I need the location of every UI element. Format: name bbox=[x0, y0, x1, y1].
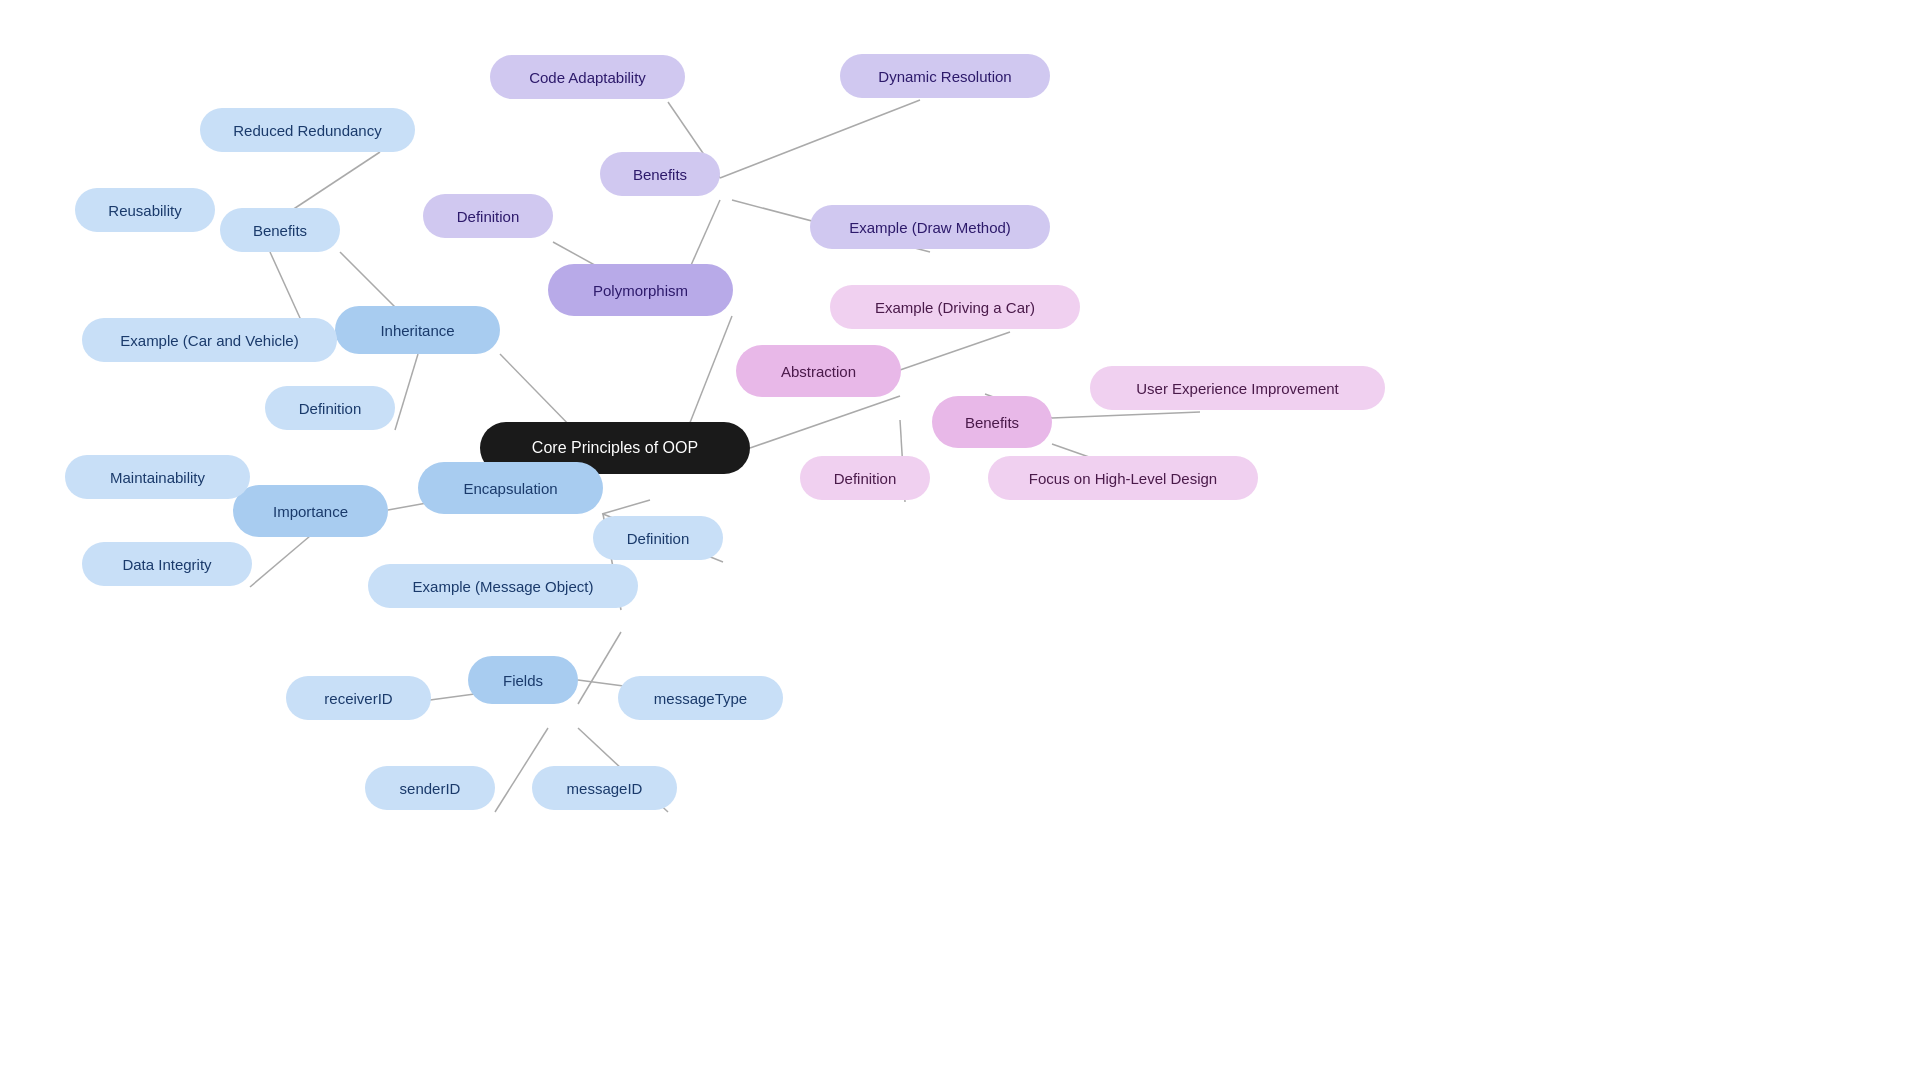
svg-line-3 bbox=[602, 500, 650, 514]
enc-example-node[interactable]: Example (Message Object) bbox=[368, 564, 638, 608]
inh-benefits-node[interactable]: Benefits bbox=[220, 208, 340, 252]
abs-benefits-node[interactable]: Benefits bbox=[932, 396, 1052, 448]
svg-line-24 bbox=[578, 632, 621, 704]
abs-ux-node[interactable]: User Experience Improvement bbox=[1090, 366, 1385, 410]
enc-receiverid-node[interactable]: receiverID bbox=[286, 676, 431, 720]
svg-line-5 bbox=[395, 354, 418, 430]
svg-line-12 bbox=[720, 100, 920, 178]
abs-focus-node[interactable]: Focus on High-Level Design bbox=[988, 456, 1258, 500]
enc-senderid-node[interactable]: senderID bbox=[365, 766, 495, 810]
svg-line-14 bbox=[900, 332, 1010, 370]
poly-dynamic-node[interactable]: Dynamic Resolution bbox=[840, 54, 1050, 98]
encapsulation-node[interactable]: Encapsulation bbox=[418, 462, 603, 514]
poly-code-node[interactable]: Code Adaptability bbox=[490, 55, 685, 99]
enc-fields-node[interactable]: Fields bbox=[468, 656, 578, 704]
poly-benefits-node[interactable]: Benefits bbox=[600, 152, 720, 196]
abstraction-node[interactable]: Abstraction bbox=[736, 345, 901, 397]
inh-reusability-node[interactable]: Reusability bbox=[75, 188, 215, 232]
svg-line-2 bbox=[750, 396, 900, 448]
inh-reduced-node[interactable]: Reduced Redundancy bbox=[200, 108, 415, 152]
svg-line-23 bbox=[250, 536, 310, 587]
enc-integrity-node[interactable]: Data Integrity bbox=[82, 542, 252, 586]
enc-maintain-node[interactable]: Maintainability bbox=[65, 455, 250, 499]
enc-definition-node[interactable]: Definition bbox=[593, 516, 723, 560]
inheritance-node[interactable]: Inheritance bbox=[335, 306, 500, 354]
abs-example-node[interactable]: Example (Driving a Car) bbox=[830, 285, 1080, 329]
enc-importance-node[interactable]: Importance bbox=[233, 485, 388, 537]
poly-definition-node[interactable]: Definition bbox=[423, 194, 553, 238]
inh-example-node[interactable]: Example (Car and Vehicle) bbox=[82, 318, 337, 362]
inh-definition-node[interactable]: Definition bbox=[265, 386, 395, 430]
enc-messageid-node[interactable]: messageID bbox=[532, 766, 677, 810]
enc-messagetype-node[interactable]: messageType bbox=[618, 676, 783, 720]
svg-line-17 bbox=[1052, 412, 1200, 418]
polymorphism-node[interactable]: Polymorphism bbox=[548, 264, 733, 316]
abs-definition-node[interactable]: Definition bbox=[800, 456, 930, 500]
poly-example-node[interactable]: Example (Draw Method) bbox=[810, 205, 1050, 249]
